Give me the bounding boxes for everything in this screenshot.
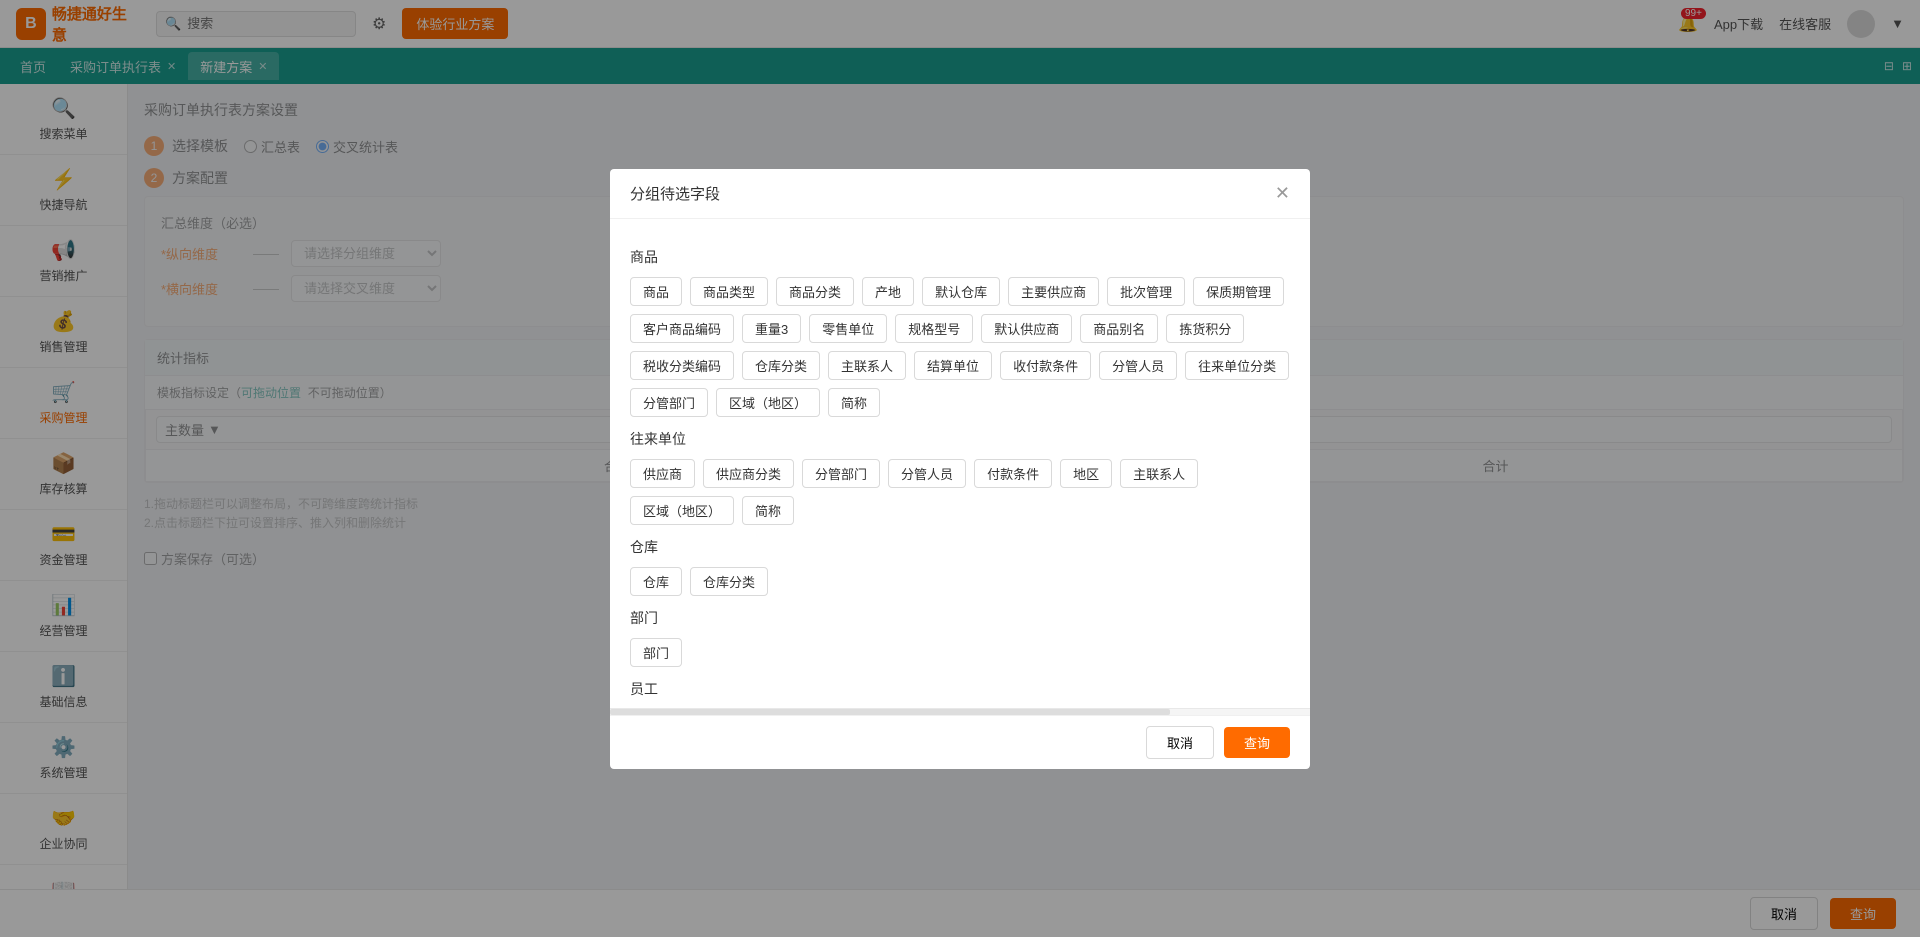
group-title-staff: 员工 (630, 679, 1290, 699)
field-tag[interactable]: 简称 (742, 496, 794, 525)
modal-title: 分组待选字段 (630, 183, 720, 204)
field-tag[interactable]: 分管部门 (802, 459, 880, 488)
field-tag[interactable]: 商品别名 (1080, 314, 1158, 343)
modal: 分组待选字段 ✕ 商品 商品 商品类型 商品分类 产地 默认仓库 主要供应商 批… (610, 169, 1310, 769)
field-tag[interactable]: 主联系人 (828, 351, 906, 380)
group-title-dept: 部门 (630, 608, 1290, 628)
field-tag[interactable]: 主联系人 (1120, 459, 1198, 488)
field-tag[interactable]: 仓库分类 (742, 351, 820, 380)
group-title-partner: 往来单位 (630, 429, 1290, 449)
field-tag[interactable]: 客户商品编码 (630, 314, 734, 343)
modal-body: 商品 商品 商品类型 商品分类 产地 默认仓库 主要供应商 批次管理 保质期管理… (610, 219, 1310, 709)
field-tag[interactable]: 批次管理 (1107, 277, 1185, 306)
field-tag[interactable]: 区域（地区） (630, 496, 734, 525)
field-tag[interactable]: 规格型号 (895, 314, 973, 343)
modal-overlay: 分组待选字段 ✕ 商品 商品 商品类型 商品分类 产地 默认仓库 主要供应商 批… (0, 0, 1920, 937)
field-tags-partner: 供应商 供应商分类 分管部门 分管人员 付款条件 地区 主联系人 区域（地区） … (630, 459, 1290, 525)
field-tag[interactable]: 默认仓库 (922, 277, 1000, 306)
field-tags-warehouse: 仓库 仓库分类 (630, 567, 1290, 596)
field-tag[interactable]: 拣货积分 (1166, 314, 1244, 343)
field-tag[interactable]: 重量3 (742, 314, 801, 343)
group-title-warehouse: 仓库 (630, 537, 1290, 557)
modal-confirm-button[interactable]: 查询 (1224, 727, 1290, 758)
field-tag[interactable]: 收付款条件 (1000, 351, 1091, 380)
field-tag[interactable]: 主要供应商 (1008, 277, 1099, 306)
field-tag[interactable]: 供应商 (630, 459, 695, 488)
field-tag[interactable]: 付款条件 (974, 459, 1052, 488)
field-tag[interactable]: 产地 (862, 277, 914, 306)
modal-cancel-button[interactable]: 取消 (1146, 726, 1214, 759)
field-tag[interactable]: 商品类型 (690, 277, 768, 306)
field-tag[interactable]: 仓库分类 (690, 567, 768, 596)
field-tag[interactable]: 地区 (1060, 459, 1112, 488)
modal-header: 分组待选字段 ✕ (610, 169, 1310, 219)
field-tag[interactable]: 税收分类编码 (630, 351, 734, 380)
modal-footer: 取消 查询 (610, 715, 1310, 769)
field-tag[interactable]: 往来单位分类 (1185, 351, 1289, 380)
field-tag[interactable]: 供应商分类 (703, 459, 794, 488)
field-tag[interactable]: 分管部门 (630, 388, 708, 417)
modal-hscroll[interactable] (610, 708, 1310, 714)
field-tag[interactable]: 简称 (828, 388, 880, 417)
field-tag[interactable]: 零售单位 (809, 314, 887, 343)
field-tag[interactable]: 仓库 (630, 567, 682, 596)
modal-close-button[interactable]: ✕ (1275, 183, 1290, 204)
field-tag[interactable]: 商品 (630, 277, 682, 306)
field-tag[interactable]: 结算单位 (914, 351, 992, 380)
field-tag[interactable]: 保质期管理 (1193, 277, 1284, 306)
field-tag[interactable]: 分管人员 (888, 459, 966, 488)
field-tag[interactable]: 部门 (630, 638, 682, 667)
field-tag[interactable]: 区域（地区） (716, 388, 820, 417)
field-tag[interactable]: 分管人员 (1099, 351, 1177, 380)
field-tag[interactable]: 商品分类 (776, 277, 854, 306)
field-tag[interactable]: 默认供应商 (981, 314, 1072, 343)
field-tags-dept: 部门 (630, 638, 1290, 667)
field-tags-goods: 商品 商品类型 商品分类 产地 默认仓库 主要供应商 批次管理 保质期管理 客户… (630, 277, 1290, 417)
group-title-goods: 商品 (630, 247, 1290, 267)
